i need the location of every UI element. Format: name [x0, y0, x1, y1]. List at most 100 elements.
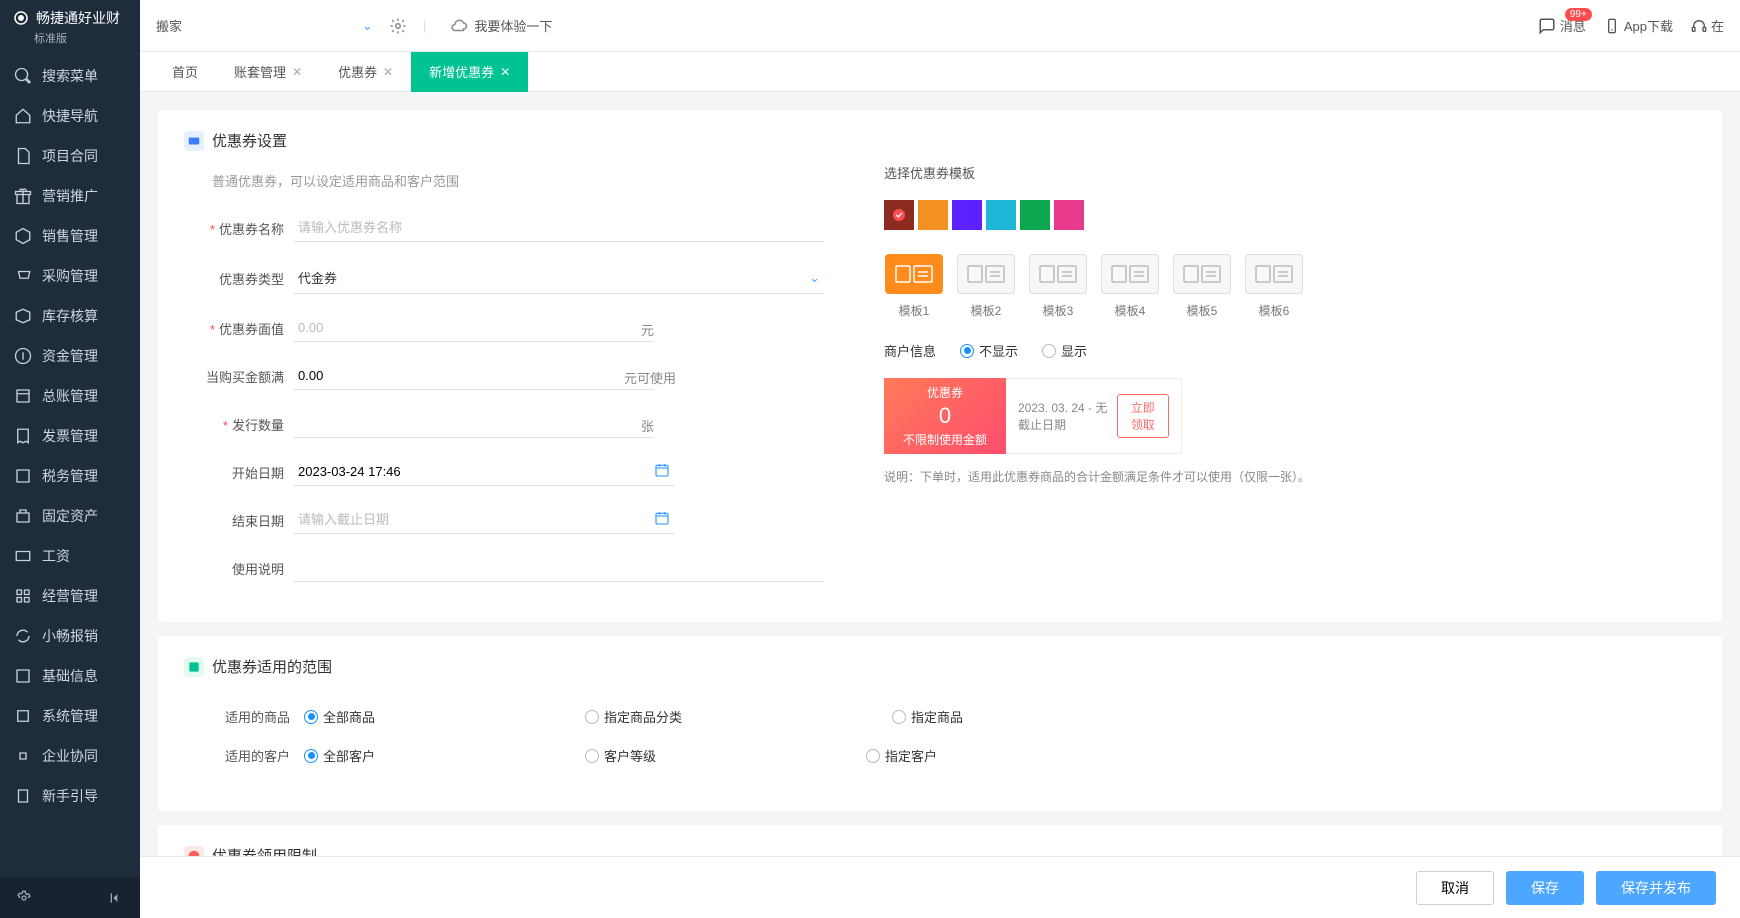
- sidebar-item-8[interactable]: 总账管理: [0, 376, 140, 416]
- end-date-input[interactable]: [294, 506, 674, 534]
- color-swatch-2[interactable]: [952, 200, 982, 230]
- scope-cust-opt-2[interactable]: 指定客户: [866, 746, 937, 765]
- sidebar-item-9[interactable]: 发票管理: [0, 416, 140, 456]
- template-label: 模板6: [1259, 302, 1290, 319]
- merchant-show-radio[interactable]: 显示: [1042, 341, 1087, 360]
- merchant-label: 商户信息: [884, 341, 936, 360]
- cart-icon: [14, 267, 32, 285]
- threshold-input[interactable]: [294, 362, 654, 390]
- close-icon[interactable]: ✕: [292, 65, 302, 79]
- footer-bar: 取消 保存 保存并发布: [140, 856, 1740, 918]
- collapse-icon[interactable]: [108, 890, 124, 906]
- template-label: 模板4: [1115, 302, 1146, 319]
- start-date-input[interactable]: [294, 458, 674, 486]
- salary-icon: [14, 547, 32, 565]
- sidebar-item-11[interactable]: 固定资产: [0, 496, 140, 536]
- guide-icon: [14, 787, 32, 805]
- note-input[interactable]: [294, 554, 824, 582]
- close-icon[interactable]: ✕: [500, 65, 510, 79]
- sidebar-item-16[interactable]: 系统管理: [0, 696, 140, 736]
- sidebar-item-13[interactable]: 经营管理: [0, 576, 140, 616]
- sidebar-item-5[interactable]: 采购管理: [0, 256, 140, 296]
- calendar-icon[interactable]: [654, 462, 670, 478]
- template-4[interactable]: 模板5: [1172, 254, 1232, 319]
- sidebar-item-label: 固定资产: [42, 506, 98, 526]
- tax-icon: [14, 467, 32, 485]
- coupon-name-input[interactable]: [294, 214, 824, 242]
- search-icon: [14, 67, 32, 85]
- preview-claim-button[interactable]: 立即领取: [1117, 394, 1169, 438]
- refresh-icon: [14, 627, 32, 645]
- template-3[interactable]: 模板4: [1100, 254, 1160, 319]
- home-icon: [14, 107, 32, 125]
- field-start-label: 开始日期: [232, 466, 284, 481]
- coupon-type-select[interactable]: 代金券⌄: [294, 262, 824, 294]
- scope-cust-opt-1[interactable]: 客户等级: [585, 746, 656, 765]
- publish-button[interactable]: 保存并发布: [1596, 871, 1716, 905]
- gear-icon[interactable]: [389, 17, 407, 35]
- coupon-face-input[interactable]: [294, 314, 654, 342]
- headset-icon: [1691, 18, 1707, 34]
- sidebar-item-15[interactable]: 基础信息: [0, 656, 140, 696]
- sidebar-item-6[interactable]: 库存核算: [0, 296, 140, 336]
- cube-icon: [14, 227, 32, 245]
- sidebar-item-12[interactable]: 工资: [0, 536, 140, 576]
- template-0[interactable]: 模板1: [884, 254, 944, 319]
- scope-goods-opt-2[interactable]: 指定商品: [892, 707, 963, 726]
- tab-1[interactable]: 账套管理✕: [216, 52, 320, 92]
- calendar-icon[interactable]: [654, 510, 670, 526]
- threshold-suffix: 元可使用: [624, 368, 676, 387]
- sidebar-item-0[interactable]: 搜索菜单: [0, 56, 140, 96]
- tab-3[interactable]: 新增优惠券✕: [411, 52, 528, 92]
- sidebar-item-label: 采购管理: [42, 266, 98, 286]
- sidebar-item-1[interactable]: 快捷导航: [0, 96, 140, 136]
- cancel-button[interactable]: 取消: [1416, 871, 1494, 905]
- sidebar-item-18[interactable]: 新手引导: [0, 776, 140, 816]
- template-5[interactable]: 模板6: [1244, 254, 1304, 319]
- tab-2[interactable]: 优惠券✕: [320, 52, 411, 92]
- tab-0[interactable]: 首页: [154, 52, 216, 92]
- preview-title: 优惠券: [927, 384, 963, 401]
- sidebar-item-label: 企业协同: [42, 746, 98, 766]
- preview-value: 0: [939, 403, 951, 429]
- color-swatch-5[interactable]: [1054, 200, 1084, 230]
- coupon-settings-panel: 优惠券设置 普通优惠券，可以设定适用商品和客户范围 *优惠券名称 优惠券类型 代…: [158, 110, 1722, 622]
- sidebar-item-2[interactable]: 项目合同: [0, 136, 140, 176]
- asset-icon: [14, 507, 32, 525]
- radio-label: 客户等级: [604, 746, 656, 765]
- save-button[interactable]: 保存: [1506, 871, 1584, 905]
- color-swatch-3[interactable]: [986, 200, 1016, 230]
- sidebar-item-10[interactable]: 税务管理: [0, 456, 140, 496]
- sidebar-item-14[interactable]: 小畅报销: [0, 616, 140, 656]
- support-link[interactable]: 在: [1691, 16, 1724, 35]
- sidebar-item-label: 搜索菜单: [42, 66, 98, 86]
- experience-link[interactable]: 我要体验一下: [450, 16, 552, 35]
- radio-label: 指定商品: [911, 707, 963, 726]
- qty-input[interactable]: [294, 410, 654, 438]
- color-swatch-0[interactable]: [884, 200, 914, 230]
- close-icon[interactable]: ✕: [383, 65, 393, 79]
- template-2[interactable]: 模板3: [1028, 254, 1088, 319]
- merchant-hide-radio[interactable]: 不显示: [960, 341, 1018, 360]
- settings-icon[interactable]: [16, 890, 32, 906]
- field-qty-label: 发行数量: [232, 418, 284, 433]
- scope-goods-opt-1[interactable]: 指定商品分类: [585, 707, 682, 726]
- sidebar-item-3[interactable]: 营销推广: [0, 176, 140, 216]
- messages-link[interactable]: 消息 99+: [1538, 16, 1586, 35]
- sidebar-item-label: 系统管理: [42, 706, 98, 726]
- sidebar-item-4[interactable]: 销售管理: [0, 216, 140, 256]
- coupon-icon: [184, 131, 204, 151]
- sidebar-item-label: 营销推广: [42, 186, 98, 206]
- color-swatch-4[interactable]: [1020, 200, 1050, 230]
- scope-cust-opt-0[interactable]: 全部客户: [304, 746, 375, 765]
- face-suffix: 元: [641, 320, 654, 339]
- template-1[interactable]: 模板2: [956, 254, 1016, 319]
- org-selector[interactable]: 搬家 ⌄: [156, 16, 373, 35]
- color-swatch-1[interactable]: [918, 200, 948, 230]
- scope-goods-opt-0[interactable]: 全部商品: [304, 707, 375, 726]
- sidebar-item-label: 库存核算: [42, 306, 98, 326]
- preview-date: 2023. 03. 24 - 无截止日期: [1018, 399, 1117, 433]
- app-download-link[interactable]: App下载: [1604, 16, 1673, 35]
- sidebar-item-17[interactable]: 企业协同: [0, 736, 140, 776]
- sidebar-item-7[interactable]: 资金管理: [0, 336, 140, 376]
